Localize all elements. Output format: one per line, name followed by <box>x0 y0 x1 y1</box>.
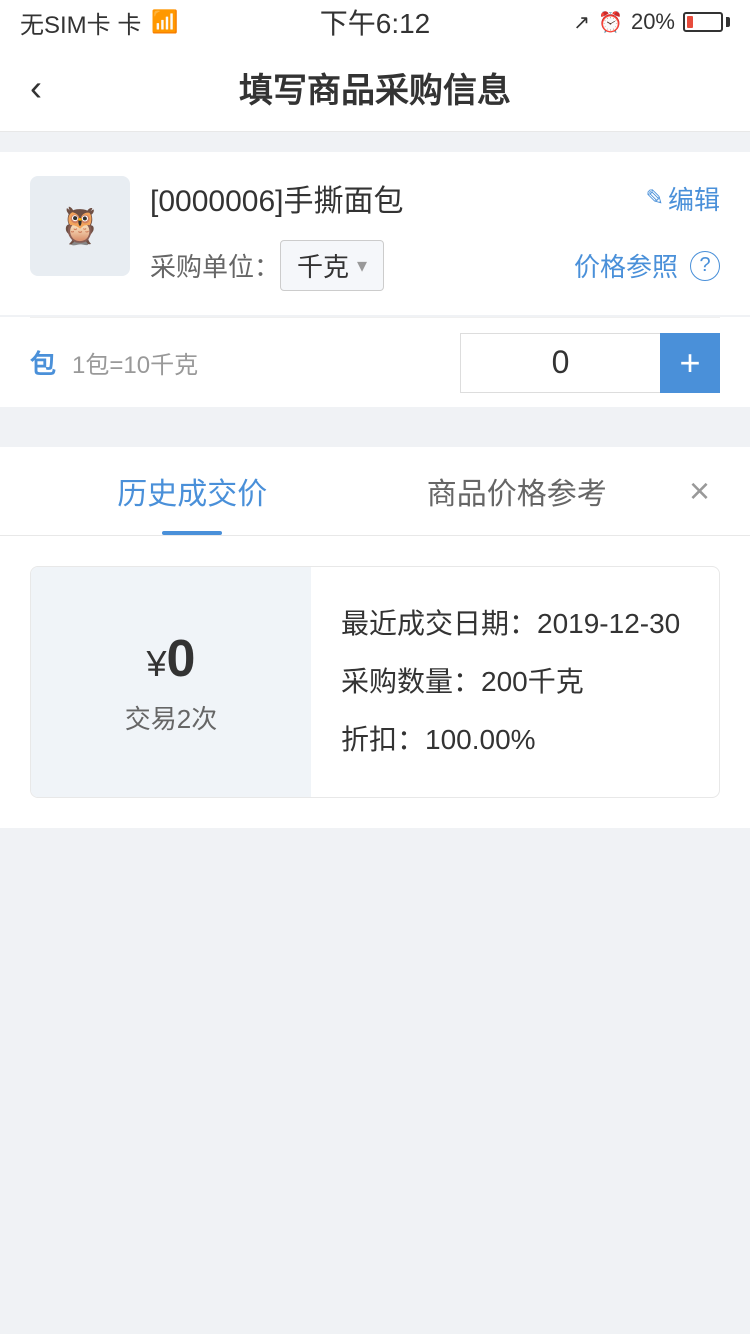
product-logo: 🦉 <box>58 205 103 247</box>
product-name: [0000006]手撕面包 <box>150 176 403 220</box>
battery-percent: 20% <box>631 9 675 35</box>
price-amount: ¥0 <box>147 629 196 689</box>
back-button[interactable]: ‹ <box>30 57 52 119</box>
nav-title: 填写商品采购信息 <box>239 63 511 112</box>
tab-product-price-ref-label: 商品价格参考 <box>427 469 607 513</box>
quantity-input[interactable]: 0 <box>460 333 660 393</box>
purchase-qty-row: 采购数量：200千克 <box>341 661 689 703</box>
unit-row: 采购单位： 千克 ▾ 价格参照 ? <box>150 240 720 291</box>
package-conversion: 1包=10千克 <box>72 345 198 380</box>
question-icon: ? <box>690 251 720 281</box>
price-details-right: 最近成交日期：2019-12-30 采购数量：200千克 折扣：100.00% <box>311 567 719 797</box>
tab-product-price-ref[interactable]: 商品价格参考 <box>354 447 678 535</box>
quantity-label-group: 包 1包=10千克 <box>30 344 198 381</box>
status-right: ↗ ⏰ 20% <box>573 9 730 35</box>
latest-date-row: 最近成交日期：2019-12-30 <box>341 603 689 645</box>
price-ref-label: 价格参照 <box>574 247 678 284</box>
tab-history-price-label: 历史成交价 <box>117 469 267 513</box>
product-header: 🦉 [0000006]手撕面包 ✎ 编辑 采购单位： 千克 ▾ <box>30 176 720 291</box>
tab-content: ¥0 交易2次 最近成交日期：2019-12-30 采购数量：200千克 折扣：… <box>0 536 750 828</box>
tab-history-price[interactable]: 历史成交价 <box>30 447 354 535</box>
status-left: 无SIM卡 卡 📶 <box>20 5 179 40</box>
dropdown-arrow-icon: ▾ <box>357 253 367 278</box>
carrier-text: 无SIM卡 卡 <box>20 5 141 40</box>
quantity-input-group: 0 + <box>460 333 720 393</box>
status-bar: 无SIM卡 卡 📶 下午6:12 ↗ ⏰ 20% <box>0 0 750 44</box>
package-label: 包 <box>30 344 56 381</box>
discount-row: 折扣：100.00% <box>341 719 689 761</box>
purchase-qty-value: 200千克 <box>481 666 584 697</box>
unit-value: 千克 <box>297 247 349 284</box>
battery-icon <box>683 12 730 32</box>
unit-select-dropdown[interactable]: 千克 ▾ <box>280 240 384 291</box>
unit-label: 采购单位： <box>150 247 280 284</box>
latest-date-label: 最近成交日期： <box>341 608 537 639</box>
unit-selector-group: 采购单位： 千克 ▾ <box>150 240 384 291</box>
currency-symbol: ¥ <box>147 643 167 684</box>
tab-close-button[interactable]: × <box>679 460 720 522</box>
tab-section: 历史成交价 商品价格参考 × ¥0 交易2次 最近成交日期：2019-12-30… <box>0 447 750 828</box>
quantity-section: 包 1包=10千克 0 + <box>0 317 750 407</box>
nav-bar: ‹ 填写商品采购信息 <box>0 44 750 132</box>
product-title-row: [0000006]手撕面包 ✎ 编辑 <box>150 176 720 220</box>
product-card: 🦉 [0000006]手撕面包 ✎ 编辑 采购单位： 千克 ▾ <box>0 152 750 315</box>
product-image: 🦉 <box>30 176 130 276</box>
price-card: ¥0 交易2次 最近成交日期：2019-12-30 采购数量：200千克 折扣：… <box>30 566 720 798</box>
latest-date-value: 2019-12-30 <box>537 608 680 639</box>
quantity-row: 包 1包=10千克 0 + <box>30 317 720 407</box>
quantity-increment-button[interactable]: + <box>660 333 720 393</box>
quantity-value: 0 <box>552 344 570 381</box>
tab-bar: 历史成交价 商品价格参考 × <box>0 447 750 536</box>
status-time: 下午6:12 <box>320 2 431 42</box>
location-icon: ↗ <box>573 10 590 35</box>
alarm-icon: ⏰ <box>598 10 623 35</box>
wifi-icon: 📶 <box>151 9 178 35</box>
discount-label: 折扣： <box>341 724 425 755</box>
section-divider <box>0 407 750 427</box>
product-info: [0000006]手撕面包 ✎ 编辑 采购单位： 千克 ▾ 价格参照 ? <box>150 176 720 291</box>
edit-label: 编辑 <box>668 180 720 217</box>
price-value: 0 <box>167 630 196 688</box>
price-summary-left: ¥0 交易2次 <box>31 567 311 797</box>
price-reference-button[interactable]: 价格参照 ? <box>574 247 720 284</box>
transaction-count: 交易2次 <box>125 699 217 736</box>
discount-value: 100.00% <box>425 724 536 755</box>
edit-button[interactable]: ✎ 编辑 <box>646 180 720 217</box>
purchase-qty-label: 采购数量： <box>341 666 481 697</box>
edit-pencil-icon: ✎ <box>646 185 664 211</box>
